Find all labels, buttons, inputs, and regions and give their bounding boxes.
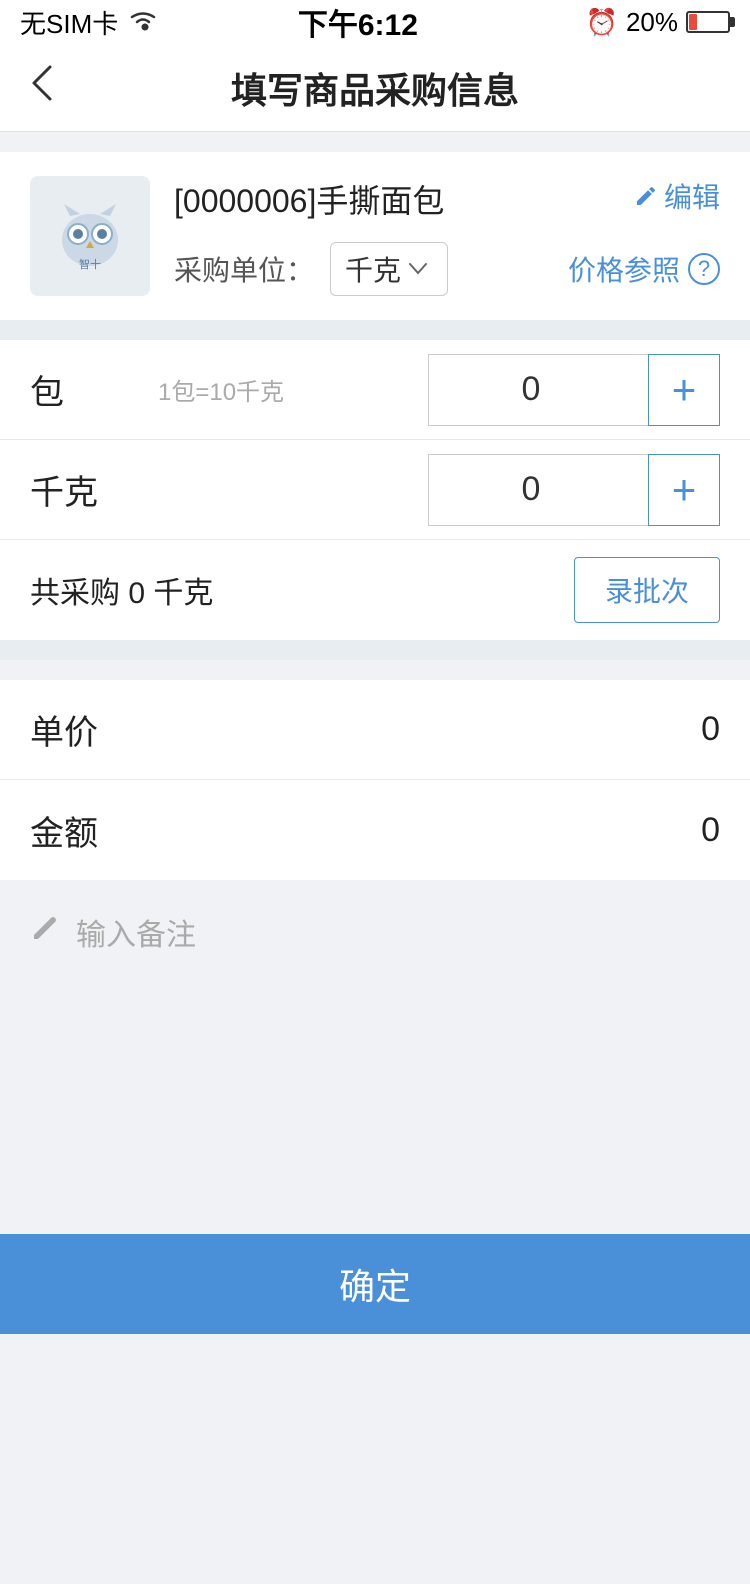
back-button[interactable]	[30, 63, 54, 113]
bao-input-row: 包 1包=10千克 +	[0, 340, 750, 440]
purchase-unit-row: 采购单位： 千克 价格参照 ?	[174, 242, 720, 296]
unit-dropdown[interactable]: 千克	[330, 242, 448, 296]
input-section: 包 1包=10千克 + 千克 +	[0, 340, 750, 540]
product-logo: 智十	[50, 196, 130, 276]
summary-row: 共采购 0 千克 录批次	[0, 540, 750, 640]
remark-placeholder: 输入备注	[76, 910, 196, 954]
status-left: 无SIM卡	[20, 4, 158, 41]
kg-input-row: 千克 +	[0, 440, 750, 540]
product-name-row: [0000006]手撕面包 编辑	[174, 176, 720, 222]
amount-value: 0	[701, 811, 720, 850]
battery-percent: 20%	[626, 7, 678, 38]
kg-label: 千克	[30, 465, 150, 514]
product-info: [0000006]手撕面包 编辑 采购单位： 千克 价格参照 ?	[174, 176, 720, 296]
product-card: 智十 [0000006]手撕面包 编辑 采购单位： 千克 价格参照 ?	[0, 152, 750, 320]
amount-row: 金额 0	[0, 780, 750, 880]
summary-text: 共采购 0 千克	[30, 568, 213, 612]
batch-button[interactable]: 录批次	[574, 557, 720, 623]
price-ref-button[interactable]: 价格参照 ?	[568, 249, 720, 289]
status-time: 下午6:12	[298, 0, 418, 44]
bao-label: 包	[30, 365, 150, 414]
pencil-icon	[30, 913, 60, 952]
bao-input-wrapper: +	[428, 354, 720, 426]
kg-input-wrapper: +	[428, 454, 720, 526]
edit-button[interactable]: 编辑	[634, 176, 720, 216]
kg-input[interactable]	[428, 454, 648, 526]
divider-1	[0, 320, 750, 340]
location-icon	[558, 7, 578, 38]
bao-input[interactable]	[428, 354, 648, 426]
unit-price-label: 单价	[30, 705, 98, 754]
wifi-icon	[128, 7, 158, 38]
status-right: ⏰ 20%	[558, 7, 730, 38]
confirm-button[interactable]: 确定	[0, 1234, 750, 1334]
unit-price-value: 0	[701, 710, 720, 749]
price-section: 单价 0 金额 0	[0, 680, 750, 880]
product-image: 智十	[30, 176, 150, 296]
battery-icon	[686, 11, 730, 33]
amount-label: 金额	[30, 806, 98, 855]
remark-section[interactable]: 输入备注	[0, 880, 750, 984]
bao-sub: 1包=10千克	[158, 372, 284, 407]
bao-plus-button[interactable]: +	[648, 354, 720, 426]
nav-bar: 填写商品采购信息	[0, 44, 750, 132]
page-title: 填写商品采购信息	[231, 62, 519, 114]
product-full-name: [0000006]手撕面包	[174, 176, 444, 222]
svg-text:智十: 智十	[79, 257, 101, 271]
carrier-text: 无SIM卡	[20, 4, 118, 41]
alarm-icon: ⏰	[586, 7, 618, 38]
purchase-unit-label: 采购单位：	[174, 249, 314, 289]
unit-price-row: 单价 0	[0, 680, 750, 780]
price-ref-help-icon: ?	[688, 253, 720, 285]
status-bar: 无SIM卡 下午6:12 ⏰ 20%	[0, 0, 750, 44]
kg-plus-button[interactable]: +	[648, 454, 720, 526]
price-ref-label: 价格参照	[568, 249, 680, 289]
unit-value: 千克	[345, 249, 401, 289]
divider-2	[0, 640, 750, 660]
